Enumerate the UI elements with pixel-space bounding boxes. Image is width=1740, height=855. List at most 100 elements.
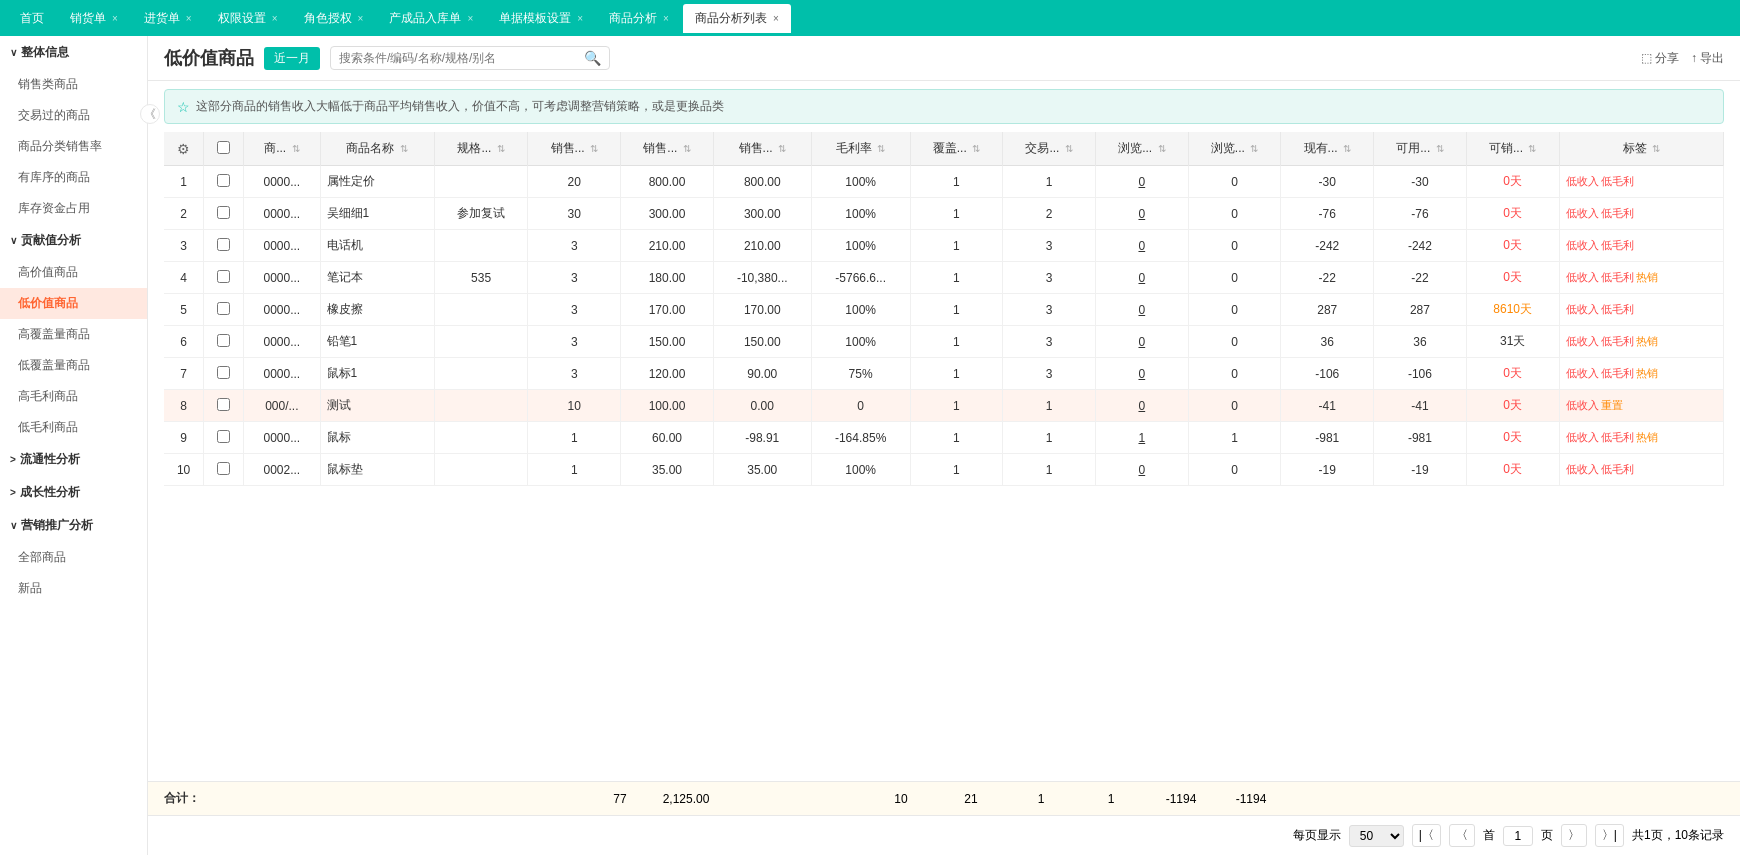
row-checkbox[interactable] — [217, 366, 230, 379]
sidebar-item-new-products[interactable]: 新品 — [0, 573, 147, 604]
sidebar-collapse-button[interactable]: 《 — [140, 104, 160, 124]
col-trade[interactable]: 交易... ⇅ — [1003, 132, 1096, 166]
view1-link[interactable]: 1 — [1138, 431, 1145, 445]
row-checkbox[interactable] — [217, 238, 230, 251]
cell-checkbox[interactable] — [204, 294, 244, 326]
col-view1[interactable]: 浏览... ⇅ — [1095, 132, 1188, 166]
row-checkbox[interactable] — [217, 398, 230, 411]
search-icon[interactable]: 🔍 — [584, 50, 601, 66]
prev-page-button[interactable]: 〈 — [1449, 824, 1475, 847]
sidebar-section-contribution[interactable]: ∨ 贡献值分析 — [0, 224, 147, 257]
nav-template-settings[interactable]: 单据模板设置 × — [487, 4, 595, 33]
nav-permissions[interactable]: 权限设置 × — [206, 4, 290, 33]
sidebar-item-traded-products[interactable]: 交易过的商品 — [0, 100, 147, 131]
row-checkbox[interactable] — [217, 206, 230, 219]
sidebar-section-growth[interactable]: > 成长性分析 — [0, 476, 147, 509]
col-tags[interactable]: 标签 ⇅ — [1559, 132, 1724, 166]
close-icon[interactable]: × — [773, 13, 779, 24]
cell-checkbox[interactable] — [204, 422, 244, 454]
nav-purchase-order[interactable]: 进货单 × — [132, 4, 204, 33]
search-input[interactable] — [339, 51, 584, 65]
close-icon[interactable]: × — [112, 13, 118, 24]
col-sale-amount[interactable]: 销售... ⇅ — [621, 132, 714, 166]
sidebar-item-high-value[interactable]: 高价值商品 — [0, 257, 147, 288]
view1-link[interactable]: 0 — [1138, 303, 1145, 317]
export-button[interactable]: ↑ 导出 — [1691, 50, 1724, 67]
cell-checkbox[interactable] — [204, 454, 244, 486]
cell-view1[interactable]: 0 — [1095, 166, 1188, 198]
close-icon[interactable]: × — [467, 13, 473, 24]
view1-link[interactable]: 0 — [1138, 175, 1145, 189]
cell-checkbox[interactable] — [204, 198, 244, 230]
nav-role-auth[interactable]: 角色授权 × — [292, 4, 376, 33]
row-checkbox[interactable] — [217, 270, 230, 283]
col-sale-price[interactable]: 销售... ⇅ — [713, 132, 811, 166]
sidebar-item-stocked-products[interactable]: 有库序的商品 — [0, 162, 147, 193]
per-page-select[interactable]: 50 100 200 — [1349, 825, 1404, 847]
col-code[interactable]: 商... ⇅ — [244, 132, 320, 166]
cell-view1[interactable]: 0 — [1095, 294, 1188, 326]
cell-view1[interactable]: 0 — [1095, 454, 1188, 486]
cell-checkbox[interactable] — [204, 390, 244, 422]
view1-link[interactable]: 0 — [1138, 271, 1145, 285]
col-available[interactable]: 可用... ⇅ — [1374, 132, 1467, 166]
nav-sales-order[interactable]: 销货单 × — [58, 4, 130, 33]
cell-view1[interactable]: 0 — [1095, 230, 1188, 262]
sidebar-item-stock-capital[interactable]: 库存资金占用 — [0, 193, 147, 224]
nav-home[interactable]: 首页 — [8, 4, 56, 33]
sidebar-item-low-value[interactable]: 低价值商品 — [0, 288, 147, 319]
next-page-button[interactable]: 〉 — [1561, 824, 1587, 847]
close-icon[interactable]: × — [663, 13, 669, 24]
sidebar-item-high-margin[interactable]: 高毛利商品 — [0, 381, 147, 412]
cell-view1[interactable]: 1 — [1095, 422, 1188, 454]
sidebar-item-low-coverage[interactable]: 低覆盖量商品 — [0, 350, 147, 381]
sidebar-section-marketing[interactable]: ∨ 营销推广分析 — [0, 509, 147, 542]
select-all-checkbox[interactable] — [217, 141, 230, 154]
cell-checkbox[interactable] — [204, 326, 244, 358]
col-sellable[interactable]: 可销... ⇅ — [1466, 132, 1559, 166]
cell-view1[interactable]: 0 — [1095, 262, 1188, 294]
cell-view1[interactable]: 0 — [1095, 198, 1188, 230]
period-button[interactable]: 近一月 — [264, 47, 320, 70]
last-page-button[interactable]: 〉| — [1595, 824, 1624, 847]
cell-checkbox[interactable] — [204, 262, 244, 294]
row-checkbox[interactable] — [217, 302, 230, 315]
close-icon[interactable]: × — [358, 13, 364, 24]
view1-link[interactable]: 0 — [1138, 207, 1145, 221]
nav-product-analysis[interactable]: 商品分析 × — [597, 4, 681, 33]
nav-product-analysis-list[interactable]: 商品分析列表 × — [683, 4, 791, 33]
view1-link[interactable]: 0 — [1138, 367, 1145, 381]
col-gross-margin[interactable]: 毛利率 ⇅ — [811, 132, 910, 166]
first-page-button[interactable]: |〈 — [1412, 824, 1441, 847]
row-checkbox[interactable] — [217, 334, 230, 347]
sidebar-item-sales-products[interactable]: 销售类商品 — [0, 69, 147, 100]
sidebar-section-overall[interactable]: ∨ 整体信息 — [0, 36, 147, 69]
col-spec[interactable]: 规格... ⇅ — [434, 132, 528, 166]
settings-icon[interactable]: ⚙ — [177, 141, 190, 157]
cell-view1[interactable]: 0 — [1095, 358, 1188, 390]
cell-view1[interactable]: 0 — [1095, 326, 1188, 358]
cell-checkbox[interactable] — [204, 166, 244, 198]
col-coverage[interactable]: 覆盖... ⇅ — [910, 132, 1003, 166]
sidebar-item-all-products[interactable]: 全部商品 — [0, 542, 147, 573]
cell-checkbox[interactable] — [204, 358, 244, 390]
share-button[interactable]: ⬚ 分享 — [1641, 50, 1679, 67]
col-settings[interactable]: ⚙ — [164, 132, 204, 166]
page-number-input[interactable] — [1503, 826, 1533, 846]
row-checkbox[interactable] — [217, 462, 230, 475]
close-icon[interactable]: × — [577, 13, 583, 24]
view1-link[interactable]: 0 — [1138, 399, 1145, 413]
close-icon[interactable]: × — [272, 13, 278, 24]
sidebar-item-category-sales[interactable]: 商品分类销售率 — [0, 131, 147, 162]
col-current-stock[interactable]: 现有... ⇅ — [1281, 132, 1374, 166]
view1-link[interactable]: 0 — [1138, 239, 1145, 253]
col-sale-qty[interactable]: 销售... ⇅ — [528, 132, 621, 166]
cell-view1[interactable]: 0 — [1095, 390, 1188, 422]
sidebar-section-circulation[interactable]: > 流通性分析 — [0, 443, 147, 476]
view1-link[interactable]: 0 — [1138, 463, 1145, 477]
sidebar-item-low-margin[interactable]: 低毛利商品 — [0, 412, 147, 443]
col-name[interactable]: 商品名称 ⇅ — [320, 132, 434, 166]
nav-product-inbound[interactable]: 产成品入库单 × — [377, 4, 485, 33]
row-checkbox[interactable] — [217, 430, 230, 443]
sidebar-item-high-coverage[interactable]: 高覆盖量商品 — [0, 319, 147, 350]
